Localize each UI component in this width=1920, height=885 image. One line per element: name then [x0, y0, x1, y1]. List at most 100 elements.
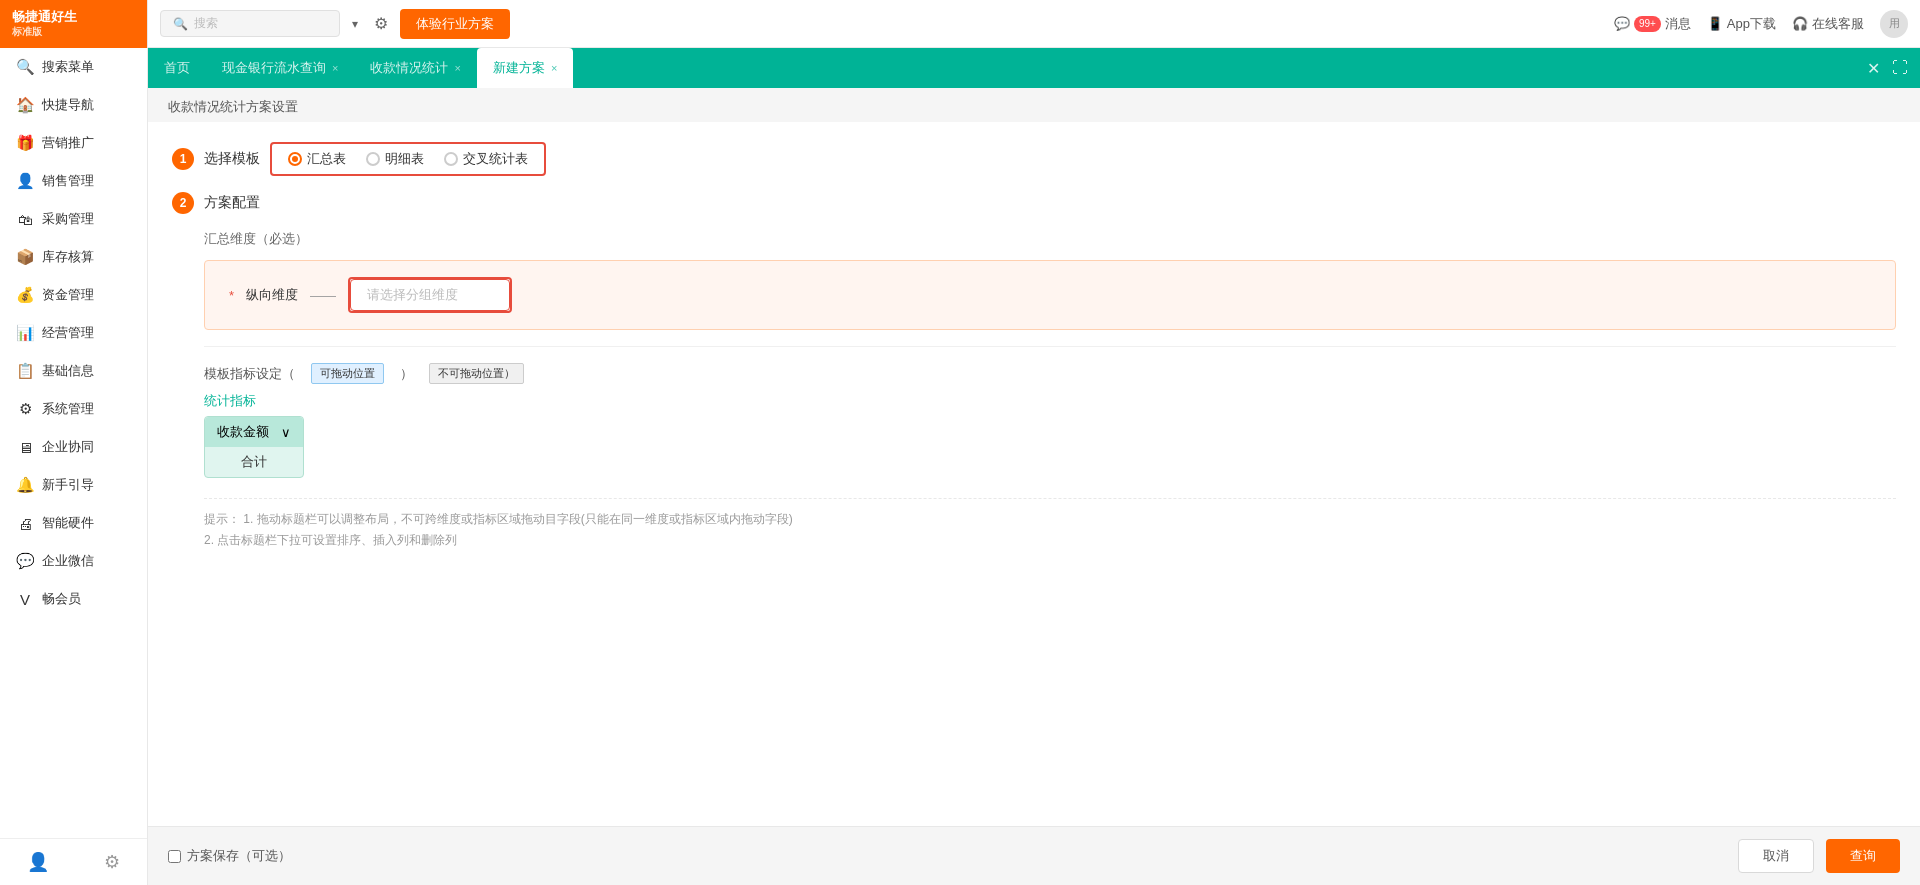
sidebar-label-capital: 资金管理 — [42, 286, 94, 304]
online-support-button[interactable]: 🎧 在线客服 — [1792, 15, 1864, 33]
tab-bank-flow-label: 现金银行流水查询 — [222, 59, 326, 77]
close-window-icon[interactable]: ✕ — [1867, 59, 1880, 78]
step1-num: 1 — [180, 152, 187, 166]
draggable-badge: 可拖动位置 — [311, 363, 384, 384]
query-button[interactable]: 查询 — [1826, 839, 1900, 873]
sidebar-item-sales[interactable]: 👤销售管理 — [0, 162, 147, 200]
breadcrumb: 收款情况统计方案设置 — [168, 99, 298, 114]
radio-summary-label: 汇总表 — [307, 150, 346, 168]
new-guide-icon: 🔔 — [16, 476, 34, 494]
sidebar-item-quick-nav[interactable]: 🏠快捷导航 — [0, 86, 147, 124]
radio-cross[interactable]: 交叉统计表 — [444, 150, 528, 168]
sidebar-item-marketing[interactable]: 🎁营销推广 — [0, 124, 147, 162]
trial-button[interactable]: 体验行业方案 — [400, 9, 510, 39]
expand-icon[interactable]: ⛶ — [1892, 59, 1908, 77]
topbar-dropdown[interactable]: ▾ — [352, 17, 358, 31]
footer-actions: 取消 查询 — [1738, 839, 1900, 873]
sidebar-label-operations: 经营管理 — [42, 324, 94, 342]
radio-summary[interactable]: 汇总表 — [288, 150, 346, 168]
inventory-icon: 📦 — [16, 248, 34, 266]
radio-detail[interactable]: 明细表 — [366, 150, 424, 168]
sidebar-item-member[interactable]: V畅会员 — [0, 580, 147, 618]
search-icon: 🔍 — [173, 17, 188, 31]
metric-header: 模板指标设定（ 可拖动位置 ） 不可拖动位置） — [204, 363, 1896, 384]
save-plan-checkbox[interactable]: 方案保存（可选） — [168, 847, 291, 865]
cancel-button[interactable]: 取消 — [1738, 839, 1814, 873]
logo-sub: 标准版 — [12, 25, 77, 39]
tabs-actions: ✕ ⛶ — [1855, 59, 1920, 78]
sidebar-item-basic-info[interactable]: 📋基础信息 — [0, 352, 147, 390]
save-plan-label: 方案保存（可选） — [187, 847, 291, 865]
content-area: 收款情况统计方案设置 1 选择模板 汇总表 明细表 — [148, 88, 1920, 885]
sidebar-bottom-settings[interactable]: ⚙ — [100, 847, 124, 877]
page-body: 1 选择模板 汇总表 明细表 交叉统计表 — [148, 122, 1920, 826]
search-menu-icon: 🔍 — [16, 58, 34, 76]
template-selector-box: 汇总表 明细表 交叉统计表 — [270, 142, 546, 176]
tab-new-plan-label: 新建方案 — [493, 59, 545, 77]
operations-icon: 📊 — [16, 324, 34, 342]
sidebar-item-corp-collab[interactable]: 🖥 企业协同 — [0, 428, 147, 466]
sidebar-item-new-guide[interactable]: 🔔 新手引导 — [0, 466, 147, 504]
tab-collection-stats[interactable]: 收款情况统计 × — [354, 48, 476, 88]
required-star: * — [229, 288, 234, 303]
sidebar-item-inventory[interactable]: 📦 库存核算 — [0, 238, 147, 276]
sidebar-label-quick-nav: 快捷导航 — [42, 96, 94, 114]
dimension-input[interactable]: 请选择分组维度 — [350, 279, 510, 311]
sidebar-item-system[interactable]: ⚙系统管理 — [0, 390, 147, 428]
topbar: 🔍 搜索 ▾ ⚙ 体验行业方案 💬 99+ 消息 📱 App下载 🎧 在线客服 … — [148, 0, 1920, 48]
sidebar-bottom-user[interactable]: 👤 — [23, 847, 53, 877]
sidebar-label-inventory: 库存核算 — [42, 248, 94, 266]
tips-section: 提示： 1. 拖动标题栏可以调整布局，不可跨维度或指标区域拖动目字段(只能在同一… — [204, 498, 1896, 565]
config-content: 汇总维度（必选） * 纵向维度 —— 请选择分组维度 模板指标设 — [172, 230, 1896, 565]
save-plan-checkbox-input[interactable] — [168, 850, 181, 863]
sidebar: 畅捷通好生 标准版 🔍搜索菜单🏠快捷导航🎁营销推广👤销售管理🛍采购管理📦库存核算… — [0, 0, 148, 885]
sidebar-item-purchase[interactable]: 🛍 采购管理 — [0, 200, 147, 238]
radio-cross-label: 交叉统计表 — [463, 150, 528, 168]
tab-bank-flow[interactable]: 现金银行流水查询 × — [206, 48, 354, 88]
purchase-icon: 🛍 — [16, 211, 34, 228]
sidebar-item-operations[interactable]: 📊 经营管理 — [0, 314, 147, 352]
tab-home[interactable]: 首页 — [148, 48, 206, 88]
tab-home-label: 首页 — [164, 59, 190, 77]
step2-row: 2 方案配置 — [172, 192, 1896, 214]
system-icon: ⚙ — [16, 400, 34, 418]
non-draggable-badge: 不可拖动位置） — [429, 363, 524, 384]
tab-collection-stats-close-icon[interactable]: × — [454, 62, 460, 74]
tab-bank-flow-close-icon[interactable]: × — [332, 62, 338, 74]
sidebar-label-member: 畅会员 — [42, 590, 81, 608]
sidebar-label-basic-info: 基础信息 — [42, 362, 94, 380]
step2-label: 方案配置 — [204, 194, 260, 212]
sidebar-item-corp-wechat[interactable]: 💬企业微信 — [0, 542, 147, 580]
online-support-label: 在线客服 — [1812, 15, 1864, 33]
dropdown-chevron-icon: ▾ — [352, 17, 358, 31]
app-icon: 📱 — [1707, 16, 1723, 31]
metric-card-header[interactable]: 收款金额 ∨ — [205, 417, 303, 447]
logo-text: 畅捷通好生 — [12, 9, 77, 25]
step1-row: 1 选择模板 汇总表 明细表 交叉统计表 — [172, 142, 1896, 176]
gear-icon[interactable]: ⚙ — [374, 14, 388, 33]
tab-new-plan[interactable]: 新建方案 × — [477, 48, 573, 88]
sidebar-item-smart-hw[interactable]: 🖨智能硬件 — [0, 504, 147, 542]
sidebar-item-search-menu[interactable]: 🔍搜索菜单 — [0, 48, 147, 86]
app-download-label: App下载 — [1727, 15, 1776, 33]
sidebar-item-capital[interactable]: 💰 资金管理 — [0, 276, 147, 314]
headset-icon: 🎧 — [1792, 16, 1808, 31]
corp-collab-icon: 🖥 — [16, 439, 34, 456]
tab-new-plan-close-icon[interactable]: × — [551, 62, 557, 74]
search-box[interactable]: 🔍 搜索 — [160, 10, 340, 37]
sidebar-label-corp-collab: 企业协同 — [42, 438, 94, 456]
dimension-section-label: 汇总维度（必选） — [204, 230, 1896, 248]
divider1 — [204, 346, 1896, 347]
capital-icon: 💰 — [16, 286, 34, 304]
dimension-name-label: 纵向维度 — [246, 286, 298, 304]
sidebar-label-purchase: 采购管理 — [42, 210, 94, 228]
metric-separator: ） — [400, 365, 413, 383]
page-header: 收款情况统计方案设置 — [148, 88, 1920, 122]
avatar[interactable]: 用 — [1880, 10, 1908, 38]
app-download-button[interactable]: 📱 App下载 — [1707, 15, 1776, 33]
sidebar-label-new-guide: 新手引导 — [42, 476, 94, 494]
message-button[interactable]: 💬 99+ 消息 — [1614, 15, 1691, 33]
sidebar-label-sales: 销售管理 — [42, 172, 94, 190]
dimension-arrow: —— — [310, 288, 336, 303]
settings-icon: ⚙ — [104, 851, 120, 873]
